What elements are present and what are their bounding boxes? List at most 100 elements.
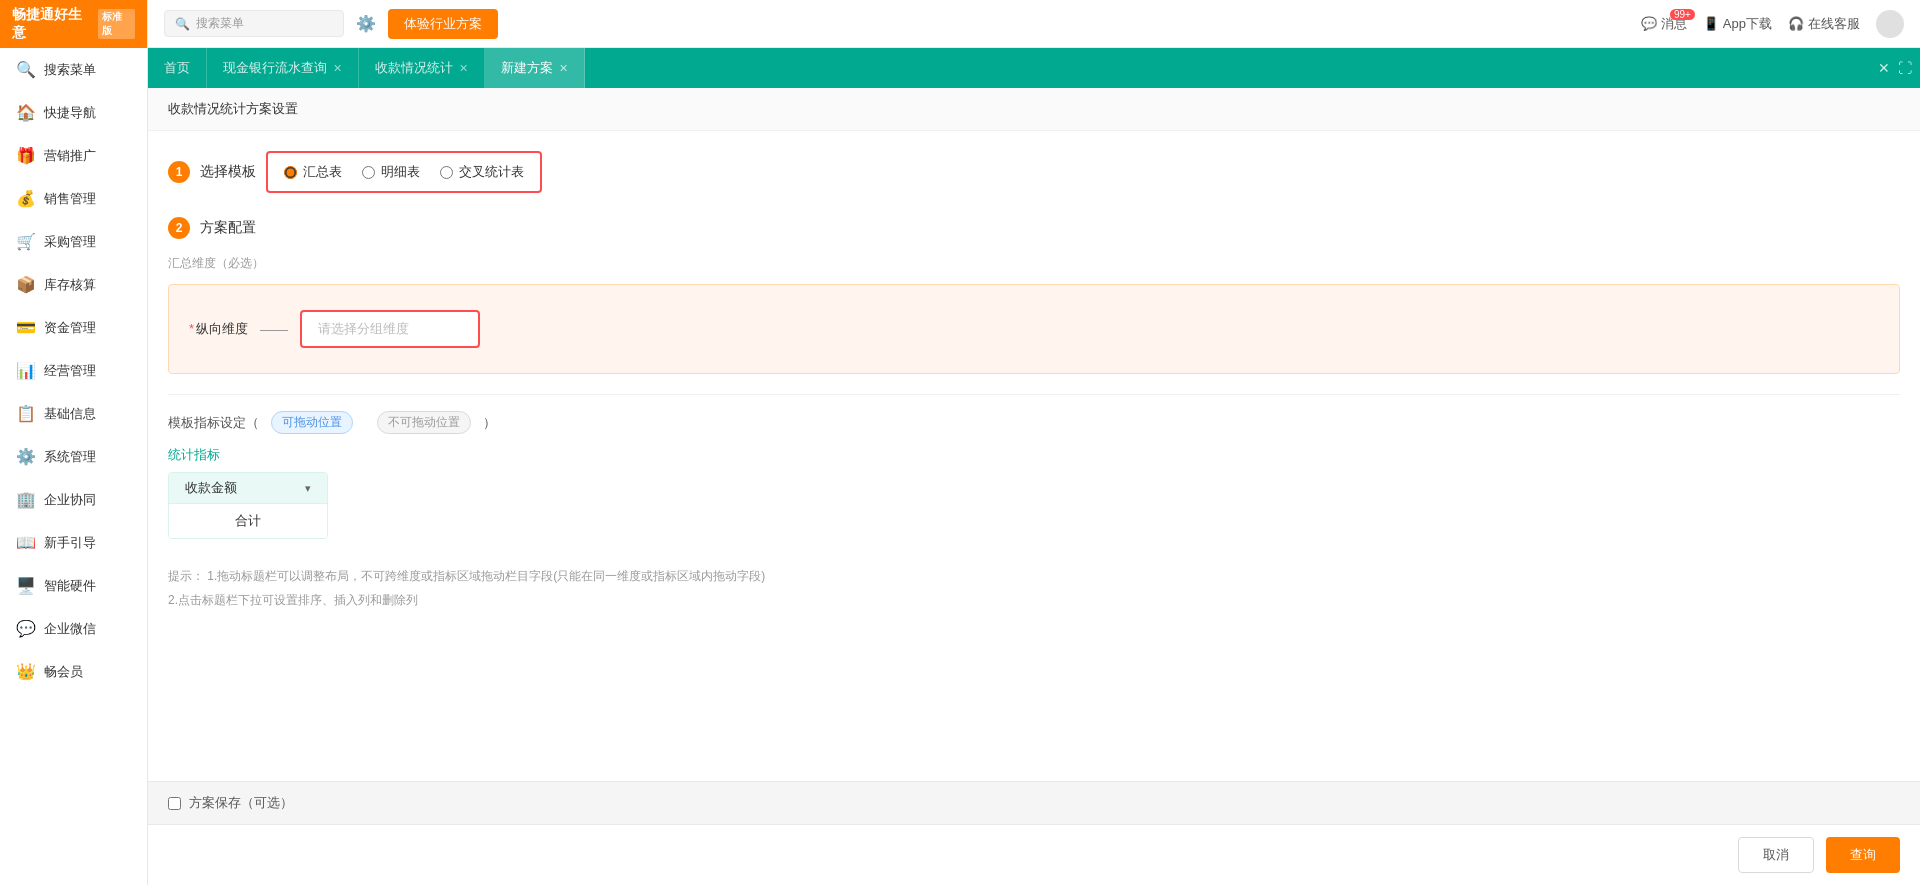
indicator-hint: 模板指标设定（ 可拖动位置 不可拖动位置 ） [168,411,1900,434]
version-tag: 标准版 [98,9,135,39]
maximize-icon[interactable]: ⛶ [1898,60,1912,76]
step2-badge: 2 [168,217,190,239]
step1-title: 选择模板 [200,163,256,181]
summary-dimension-label: 汇总维度（必选） [168,255,1900,272]
sidebar-item-marketing[interactable]: 🎁营销推广 [0,134,147,177]
search-icon: 🔍 [16,60,36,79]
wechat-icon: 💬 [16,619,36,638]
industry-btn[interactable]: 体验行业方案 [388,9,498,39]
content-area: 收款情况统计方案设置 1 选择模板 汇总表 [148,88,1920,824]
sidebar-item-search[interactable]: 🔍 搜索菜单 [0,48,147,91]
tab-new-plan[interactable]: 新建方案 ✕ [485,48,585,88]
sidebar-item-enterprise[interactable]: 🏢 企业协同 [0,478,147,521]
online-service[interactable]: 🎧 在线客服 [1788,15,1860,33]
operations-icon: 📊 [16,361,36,380]
tab-collection-stats[interactable]: 收款情况统计 ✕ [359,48,485,88]
topbar-right: 💬 99+ 消息 📱 App下载 🎧 在线客服 [1641,10,1904,38]
radio-summary-input[interactable] [284,166,297,179]
smart-hw-icon: 🖥️ [16,576,36,595]
footer-bar: 取消 查询 [148,824,1920,885]
sidebar-item-system[interactable]: ⚙️系统管理 [0,435,147,478]
radio-detail[interactable]: 明细表 [362,163,420,181]
search-placeholder: 搜索菜单 [196,15,244,32]
sidebar-label-enterprise: 企业协同 [44,491,96,509]
cancel-button[interactable]: 取消 [1738,837,1814,873]
tab-bank-flow-label: 现金银行流水查询 [223,59,327,77]
indicator-table-cell: 合计 [169,504,327,538]
sidebar-label-member: 畅会员 [44,663,83,681]
radio-cross-label: 交叉统计表 [459,163,524,181]
step2-section: 2 方案配置 汇总维度（必选） *纵向维度 —— [168,217,1900,611]
indicator-settings-prefix: 模板指标设定（ [168,414,259,432]
sidebar-label-operations: 经营管理 [44,362,96,380]
close-collection-stats-icon[interactable]: ✕ [459,62,468,75]
save-option-checkbox[interactable] [168,797,181,810]
inventory-icon: 📦 [16,275,36,294]
notification-wrap[interactable]: 💬 99+ 消息 [1641,15,1687,33]
sidebar-label-quick-nav: 快捷导航 [44,104,96,122]
tab-home[interactable]: 首页 [148,48,207,88]
radio-detail-input[interactable] [362,166,375,179]
radio-cross[interactable]: 交叉统计表 [440,163,524,181]
sidebar-item-tutorial[interactable]: 📖 新手引导 [0,521,147,564]
query-button[interactable]: 查询 [1826,837,1900,873]
app-download[interactable]: 📱 App下载 [1703,15,1772,33]
topbar: 🔍 搜索菜单 ⚙️ 体验行业方案 💬 99+ 消息 📱 App下载 🎧 在线客服 [148,0,1920,48]
step1-header: 1 选择模板 汇总表 明细表 [168,151,1900,193]
system-icon: ⚙️ [16,447,36,466]
dimension-placeholder: 请选择分组维度 [318,321,409,336]
settings-icon[interactable]: ⚙️ [356,14,376,33]
sidebar-label-smart-hw: 智能硬件 [44,577,96,595]
indicator-section: 模板指标设定（ 可拖动位置 不可拖动位置 ） 统计指标 收款金额 ▾ [168,411,1900,542]
service-icon: 🎧 [1788,16,1804,31]
sidebar-label-basic-info: 基础信息 [44,405,96,423]
sidebar-label-wechat: 企业微信 [44,620,96,638]
save-option-label[interactable]: 方案保存（可选） [189,794,293,812]
indicator-header-label: 收款金额 [185,479,237,497]
non-draggable-pill: 不可拖动位置 [377,411,471,434]
sidebar-item-purchase[interactable]: 🛒采购管理 [0,220,147,263]
sidebar-item-sales[interactable]: 💰销售管理 [0,177,147,220]
member-icon: 👑 [16,662,36,681]
breadcrumb: 收款情况统计方案设置 [168,101,298,116]
sidebar: 畅捷通好生意 标准版 🔍搜索菜单🏠快捷导航🎁营销推广💰销售管理🛒采购管理📦库存核… [0,0,148,885]
purchase-icon: 🛒 [16,232,36,251]
radio-summary[interactable]: 汇总表 [284,163,342,181]
divider [168,394,1900,395]
sidebar-nav: 🔍 搜索菜单 🏠快捷导航🎁营销推广💰销售管理🛒采购管理📦库存核算💳资金管理 📊 经营管理… [0,48,147,885]
close-new-plan-icon[interactable]: ✕ [559,62,568,75]
sidebar-label-search: 搜索菜单 [44,61,96,79]
main-area: 🔍 搜索菜单 ⚙️ 体验行业方案 💬 99+ 消息 📱 App下载 🎧 在线客服 [148,0,1920,885]
marketing-icon: 🎁 [16,146,36,165]
avatar[interactable] [1876,10,1904,38]
sidebar-item-operations[interactable]: 📊 经营管理 [0,349,147,392]
sidebar-item-basic-info[interactable]: 📋基础信息 [0,392,147,435]
close-window-icon[interactable]: ✕ [1878,60,1890,76]
indicator-table-header[interactable]: 收款金额 ▾ [169,473,327,504]
search-box[interactable]: 🔍 搜索菜单 [164,10,344,37]
dimension-select[interactable]: 请选择分组维度 [300,310,480,348]
sidebar-item-inventory[interactable]: 📦库存核算 [0,263,147,306]
notification-badge: 99+ [1670,9,1695,20]
close-bank-flow-icon[interactable]: ✕ [333,62,342,75]
sidebar-item-quick-nav[interactable]: 🏠快捷导航 [0,91,147,134]
step1-section: 1 选择模板 汇总表 明细表 [168,151,1900,193]
sidebar-item-member[interactable]: 👑 畅会员 [0,650,147,693]
step2-header: 2 方案配置 [168,217,1900,239]
download-label: App下载 [1723,15,1772,33]
radio-cross-input[interactable] [440,166,453,179]
step2-title: 方案配置 [200,219,256,237]
sidebar-label-tutorial: 新手引导 [44,534,96,552]
search-icon: 🔍 [175,17,190,31]
dropdown-arrow-icon[interactable]: ▾ [305,482,311,495]
enterprise-icon: 🏢 [16,490,36,509]
sidebar-item-wechat[interactable]: 💬 企业微信 [0,607,147,650]
service-label: 在线客服 [1808,15,1860,33]
tab-new-plan-label: 新建方案 [501,59,553,77]
sidebar-item-finance[interactable]: 💳资金管理 [0,306,147,349]
page-inner: 收款情况统计方案设置 1 选择模板 汇总表 [148,88,1920,824]
sidebar-item-smart-hw[interactable]: 🖥️ 智能硬件 [0,564,147,607]
save-option-bar: 方案保存（可选） [148,781,1920,824]
tab-bank-flow[interactable]: 现金银行流水查询 ✕ [207,48,359,88]
tutorial-icon: 📖 [16,533,36,552]
